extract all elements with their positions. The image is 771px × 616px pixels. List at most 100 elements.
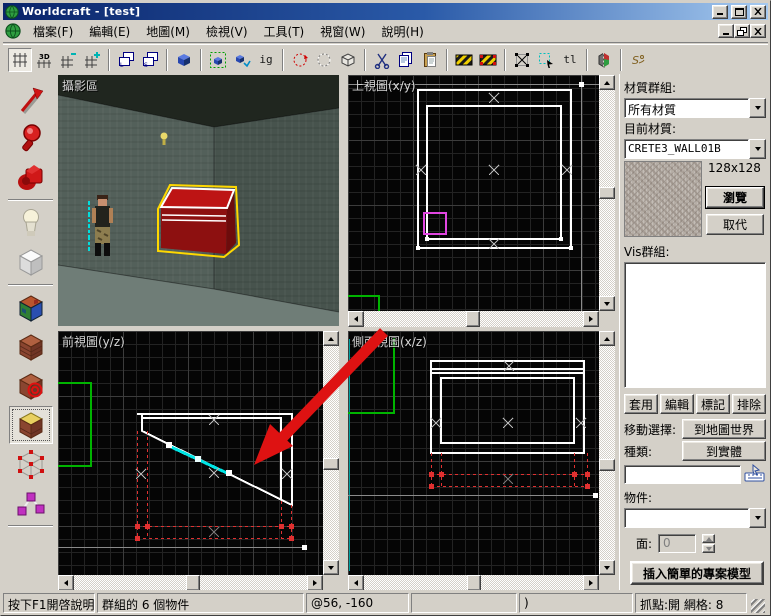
viewport-front[interactable]: 前視圖(y/z) <box>58 331 339 591</box>
vertex-tool[interactable] <box>9 445 53 483</box>
menu-edit[interactable]: 編輯(E) <box>81 20 138 43</box>
scroll-thumb[interactable] <box>186 575 200 591</box>
to-entity-button[interactable]: 到實體 <box>682 441 766 461</box>
apply-texture-tool[interactable] <box>9 328 53 366</box>
menu-view[interactable]: 檢視(V) <box>198 20 256 43</box>
minimize-button[interactable] <box>712 4 728 19</box>
front-view-canvas[interactable]: 前視圖(y/z) <box>58 331 323 575</box>
exclude-button[interactable]: 排除 <box>732 394 766 414</box>
texture-lock-icon[interactable] <box>288 48 312 72</box>
scroll-left-button[interactable] <box>348 311 364 327</box>
maximize-button[interactable] <box>731 4 747 19</box>
scroll-down-button[interactable] <box>599 296 615 311</box>
pick-entity-icon[interactable] <box>744 463 766 485</box>
top-view-canvas[interactable]: 上視圖(x/y) <box>348 75 599 311</box>
browse-button[interactable]: 瀏覽 <box>705 186 765 209</box>
stepper-up-icon[interactable] <box>702 534 716 543</box>
scroll-right-button[interactable] <box>307 575 323 591</box>
scroll-thumb[interactable] <box>599 187 615 199</box>
run-map-icon[interactable] <box>452 48 476 72</box>
script-icon[interactable]: S <box>626 48 650 72</box>
scroll-left-button[interactable] <box>58 575 74 591</box>
wireframe-cube-icon[interactable] <box>336 48 360 72</box>
cascade-small-icon[interactable]: S <box>138 48 162 72</box>
menu-window[interactable]: 視窗(W) <box>312 20 373 43</box>
camera-view-canvas[interactable]: 攝影區 <box>58 75 339 326</box>
child-close-button[interactable] <box>750 24 766 38</box>
paste-icon[interactable] <box>418 48 442 72</box>
scroll-down-button[interactable] <box>599 560 615 575</box>
menu-tools[interactable]: 工具(T) <box>256 20 313 43</box>
scroll-thumb[interactable] <box>599 459 615 471</box>
replace-button[interactable]: 取代 <box>706 214 764 235</box>
selection-tool[interactable] <box>9 80 53 118</box>
stepper-down-icon[interactable] <box>702 544 716 553</box>
side-horizontal-scrollbar[interactable] <box>348 575 599 591</box>
front-vertical-scrollbar[interactable] <box>323 331 339 575</box>
side-vertical-scrollbar[interactable] <box>599 331 615 575</box>
edit-button[interactable]: 編輯 <box>660 394 694 414</box>
split-faces-icon[interactable] <box>592 48 616 72</box>
chevron-down-icon[interactable] <box>749 508 766 528</box>
entity-class-input[interactable] <box>624 465 741 484</box>
close-button[interactable] <box>750 4 766 19</box>
clipping-tool[interactable] <box>8 406 53 444</box>
vis-groups-list[interactable] <box>624 262 766 388</box>
texture-group-tool[interactable] <box>9 289 53 327</box>
scroll-thumb[interactable] <box>466 311 480 327</box>
document-icon[interactable] <box>5 23 21 39</box>
viewport-side[interactable]: 側面視圖(x/z) <box>348 331 615 591</box>
object-combo[interactable] <box>624 508 766 528</box>
ungroup-icon[interactable] <box>230 48 254 72</box>
entity-tool[interactable] <box>9 204 53 242</box>
grid-toggle-icon[interactable] <box>8 47 32 72</box>
current-texture-value[interactable]: CRETE3_WALL01B <box>624 139 749 159</box>
chevron-down-icon[interactable] <box>749 139 766 159</box>
grid-3d-icon[interactable]: 3D <box>32 48 56 72</box>
to-world-button[interactable]: 到地圖世界 <box>682 419 766 439</box>
menu-map[interactable]: 地圖(M) <box>138 20 198 43</box>
scroll-right-button[interactable] <box>583 575 599 591</box>
scroll-thumb[interactable] <box>467 575 481 591</box>
run-map-config-icon[interactable] <box>476 48 500 72</box>
menu-help[interactable]: 說明(H) <box>373 20 431 43</box>
viewport-camera[interactable]: 攝影區 <box>58 75 339 326</box>
camera-tool[interactable] <box>9 158 53 196</box>
grid-larger-icon[interactable] <box>80 48 104 72</box>
scroll-up-button[interactable] <box>599 331 615 346</box>
copy-icon[interactable] <box>394 48 418 72</box>
child-restore-button[interactable] <box>734 24 750 38</box>
texture-lock-tl-icon[interactable]: tl <box>558 48 582 72</box>
block-tool[interactable] <box>9 243 53 281</box>
scroll-right-button[interactable] <box>583 311 599 327</box>
cascade-large-icon[interactable]: L <box>114 48 138 72</box>
texture-group-combo[interactable]: 所有材質 <box>624 98 766 118</box>
menu-file[interactable]: 檔案(F) <box>25 20 81 43</box>
scroll-up-button[interactable] <box>323 331 339 346</box>
magnify-tool[interactable] <box>9 119 53 157</box>
side-view-canvas[interactable]: 側面視圖(x/z) <box>348 331 599 575</box>
select-box-icon[interactable] <box>510 48 534 72</box>
top-vertical-scrollbar[interactable] <box>599 75 615 311</box>
insert-prefab-button[interactable]: 插入簡單的專案模型 <box>630 561 764 585</box>
scroll-down-button[interactable] <box>323 560 339 575</box>
texture-lock-off-icon[interactable] <box>312 48 336 72</box>
scroll-thumb[interactable] <box>323 458 339 470</box>
top-horizontal-scrollbar[interactable] <box>348 311 599 327</box>
path-tool[interactable] <box>9 484 53 522</box>
cut-icon[interactable] <box>370 48 394 72</box>
child-minimize-button[interactable] <box>718 24 734 38</box>
apply-button[interactable]: 套用 <box>624 394 658 414</box>
carve-icon[interactable] <box>172 48 196 72</box>
ignore-groups-icon[interactable]: ig <box>254 48 278 72</box>
object-value[interactable] <box>624 508 749 528</box>
decal-tool[interactable] <box>9 367 53 405</box>
scroll-up-button[interactable] <box>599 75 615 90</box>
group-icon[interactable] <box>206 48 230 72</box>
face-count-stepper[interactable] <box>702 534 716 553</box>
face-count-input[interactable]: 0 <box>658 534 697 553</box>
texture-group-value[interactable]: 所有材質 <box>624 98 749 118</box>
current-texture-combo[interactable]: CRETE3_WALL01B <box>624 139 766 159</box>
mark-button[interactable]: 標記 <box>696 394 730 414</box>
front-horizontal-scrollbar[interactable] <box>58 575 323 591</box>
